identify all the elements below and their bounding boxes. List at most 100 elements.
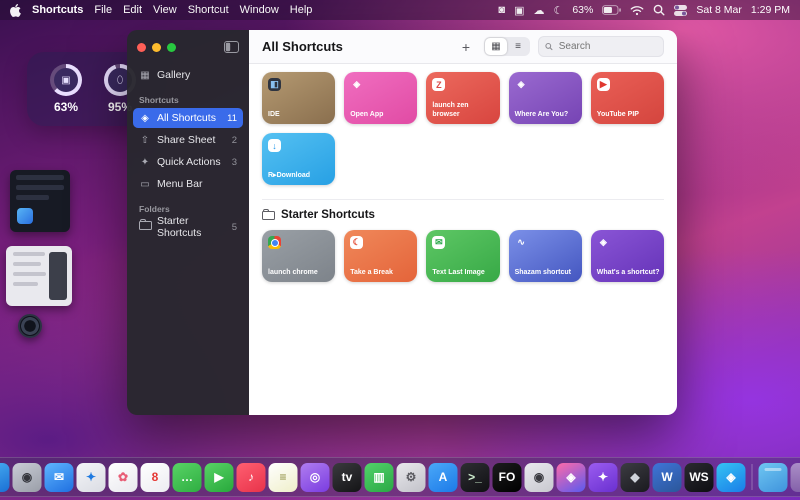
shortcut-label: Where Are You? [514, 110, 569, 118]
minimize-button[interactable] [152, 42, 161, 52]
dock-photos[interactable]: ✿ [108, 462, 138, 492]
shortcut-card-launch-chrome[interactable]: launch chrome [262, 230, 336, 282]
shortcut-icon: ∿ [517, 237, 525, 247]
shortcut-icon: ◈ [599, 237, 607, 247]
cloud-icon[interactable]: ☁ [533, 4, 544, 17]
dock-shortcuts[interactable]: ◈ [556, 462, 586, 492]
dock-launchpad[interactable]: ◉ [12, 462, 42, 492]
dock-word[interactable]: W [652, 462, 682, 492]
dock-safari[interactable]: ✦ [76, 462, 106, 492]
preview-panel [49, 252, 67, 300]
folder-icon [139, 219, 152, 230]
dock-settings[interactable]: ⚙ [396, 462, 426, 492]
list-view-button[interactable]: ≡ [507, 38, 529, 55]
dock-camera[interactable]: ◉ [524, 462, 554, 492]
dock-ws-app[interactable]: WS [684, 462, 714, 492]
sidebar-item-label: All Shortcuts [157, 112, 216, 124]
shortcut-card-where-are-you[interactable]: ◈ Where Are You? [508, 72, 582, 124]
sidebar-item-menu-bar[interactable]: ▭ Menu Bar [133, 174, 243, 194]
shortcut-label: IDE [268, 110, 280, 118]
zoom-button[interactable] [167, 42, 176, 52]
desktop-preview-light[interactable] [6, 246, 72, 306]
menubar-time[interactable]: 1:29 PM [751, 4, 790, 16]
dock-fo-app[interactable]: FO [492, 462, 522, 492]
share-icon: ⇧ [140, 134, 150, 146]
camera-overlay-button[interactable] [18, 314, 42, 338]
focus-icon[interactable]: ☾ [553, 4, 563, 17]
desktop: Shortcuts File Edit View Shortcut Window… [0, 0, 800, 500]
search-icon [545, 42, 553, 51]
shortcut-card-youtube-pip[interactable]: ▶ YouTube PIP [590, 72, 664, 124]
quick-actions-icon: ✦ [140, 156, 150, 168]
dock-calendar[interactable]: 8 [140, 462, 170, 492]
menu-file[interactable]: File [94, 4, 112, 16]
dock-tv[interactable]: tv [332, 462, 362, 492]
sidebar-item-gallery[interactable]: ▦ Gallery [133, 65, 243, 85]
sidebar-item-share-sheet[interactable]: ⇧ Share Sheet 2 [133, 130, 243, 150]
dock: ☺ ◉ ✉ ✦ ✿ 8 … ▶ ♪ ≡ ◎ tv ▥ ⚙ A >_ FO ◉ ◈… [0, 457, 800, 497]
laptop-battery-ring: ▣ [50, 64, 82, 96]
sidebar-item-all-shortcuts[interactable]: ◈ All Shortcuts 11 [133, 108, 243, 128]
spotlight-search-icon[interactable] [653, 4, 665, 16]
sidebar-toggle-icon[interactable] [224, 41, 239, 53]
shortcut-label: R▸Download [268, 171, 311, 179]
sidebar-item-quick-actions[interactable]: ✦ Quick Actions 3 [133, 152, 243, 172]
apple-menu-icon[interactable] [10, 3, 21, 17]
close-button[interactable] [137, 42, 146, 52]
shortcut-card-text-last-image[interactable]: ✉ Text Last Image [426, 230, 500, 282]
view-mode-segmented-control: ▦ ≡ [484, 37, 530, 56]
shortcut-icon: ☾ [350, 236, 364, 249]
search-input[interactable] [556, 40, 657, 53]
dock-finder[interactable]: ☺ [0, 462, 10, 492]
shortcut-card-r-download[interactable]: ↓ R▸Download [262, 133, 336, 185]
dock-terminal[interactable]: >_ [460, 462, 490, 492]
chrome-icon [268, 236, 281, 249]
shortcut-card-launch-zen-browser[interactable]: Z launch zen browser [426, 72, 500, 124]
wifi-icon[interactable] [630, 5, 644, 16]
window-content: All Shortcuts + ▦ ≡ ◧ IDE [249, 30, 677, 415]
dock-mail[interactable]: ✉ [44, 462, 74, 492]
menu-window[interactable]: Window [240, 4, 279, 16]
dock-notes[interactable]: ≡ [268, 462, 298, 492]
sidebar-section-folders: Folders [139, 204, 170, 214]
menu-shortcut[interactable]: Shortcut [188, 4, 229, 16]
new-shortcut-button[interactable]: + [456, 37, 476, 57]
menubar-date[interactable]: Sat 8 Mar [696, 4, 742, 16]
shortcut-card-ide[interactable]: ◧ IDE [262, 72, 336, 124]
dock-trash[interactable]: ▯ [790, 462, 800, 492]
dock-messages[interactable]: … [172, 462, 202, 492]
dock-facetime[interactable]: ▶ [204, 462, 234, 492]
dock-downloads-folder[interactable] [758, 462, 788, 492]
shortcut-label: YouTube PIP [596, 110, 639, 118]
menu-view[interactable]: View [153, 4, 177, 16]
menubar-app-name[interactable]: Shortcuts [32, 4, 83, 16]
menu-edit[interactable]: Edit [123, 4, 142, 16]
dock-music[interactable]: ♪ [236, 462, 266, 492]
desktop-preview-dark[interactable] [10, 170, 70, 232]
toolbar: All Shortcuts + ▦ ≡ [249, 30, 677, 64]
menu-help[interactable]: Help [290, 4, 313, 16]
shortcut-card-shazam-shortcut[interactable]: ∿ Shazam shortcut [508, 230, 582, 282]
grid-view-button[interactable]: ▦ [485, 38, 507, 55]
status-icon-1[interactable]: ◙ [498, 4, 505, 16]
dock-app-blue[interactable]: ◈ [716, 462, 746, 492]
shortcut-card-open-app[interactable]: ◈ Open App [344, 72, 418, 124]
dock-app-store[interactable]: A [428, 462, 458, 492]
sidebar-item-starter-shortcuts[interactable]: Starter Shortcuts 5 [133, 215, 243, 239]
shortcut-icon: ↓ [268, 139, 281, 152]
dock-app-dark[interactable]: ◆ [620, 462, 650, 492]
sidebar-section-shortcuts: Shortcuts [139, 95, 179, 105]
battery-icon[interactable] [602, 5, 622, 15]
shortcut-card-whats-a-shortcut[interactable]: ◈ What's a shortcut? [590, 230, 664, 282]
shortcut-card-take-a-break[interactable]: ☾ Take a Break [344, 230, 418, 282]
dock-app-purple[interactable]: ✦ [588, 462, 618, 492]
item-count: 5 [231, 221, 237, 233]
shortcut-label: Shazam shortcut [514, 268, 571, 276]
shortcut-label: launch chrome [268, 268, 318, 276]
screen-mirroring-icon[interactable]: ▣ [514, 4, 524, 17]
search-field[interactable] [538, 36, 664, 57]
dock-numbers[interactable]: ▥ [364, 462, 394, 492]
starter-shortcuts-grid: launch chrome ☾ Take a Break ✉ Text Last… [262, 230, 664, 282]
dock-podcasts[interactable]: ◎ [300, 462, 330, 492]
control-center-icon[interactable] [674, 4, 688, 16]
